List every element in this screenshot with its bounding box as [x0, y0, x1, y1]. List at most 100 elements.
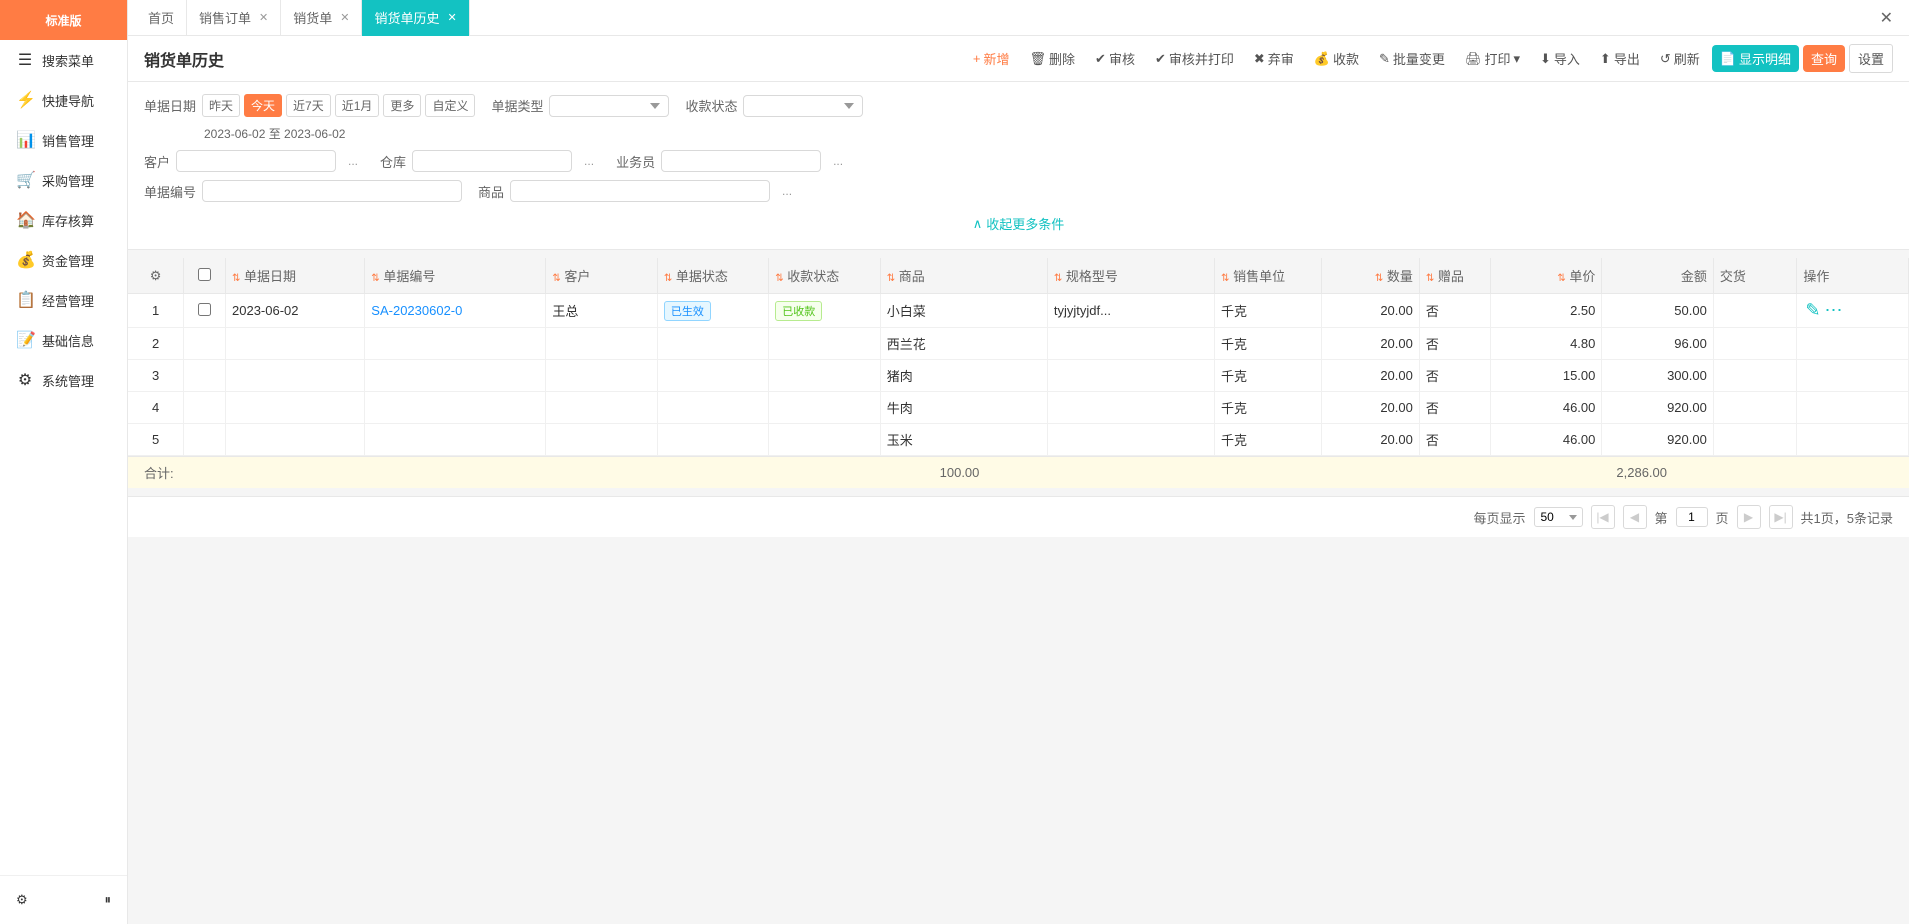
- main-content: 首页 销售订单 ✕ 销货单 ✕ 销货单历史 ✕ ✕ 销货单历史 + 新增: [128, 0, 1909, 924]
- row-price: 2.50: [1490, 294, 1601, 328]
- col-unit-label: 销售单位: [1233, 269, 1285, 284]
- show-detail-button[interactable]: 📄 显示明细: [1712, 45, 1799, 72]
- date-btn-today[interactable]: 今天: [244, 94, 282, 117]
- tab-sales-goods[interactable]: 销货单 ✕: [281, 0, 362, 36]
- select-all-checkbox[interactable]: [198, 268, 211, 281]
- first-page-btn[interactable]: |◀: [1591, 505, 1615, 529]
- table-settings-icon[interactable]: ⚙: [150, 268, 162, 283]
- row-pay-status: [769, 392, 880, 424]
- total-pages-label: 页: [1716, 508, 1729, 527]
- doc-type-label: 单据类型: [491, 96, 543, 115]
- col-header-unit[interactable]: ⇅ 销售单位: [1215, 258, 1322, 294]
- row-amount: 50.00: [1602, 294, 1713, 328]
- table-row: 3 猪肉 千克 20.00 否 15.00 300.00: [128, 360, 1909, 392]
- gift-sort-icon: ⇅: [1426, 273, 1434, 284]
- row-checkbox[interactable]: [198, 303, 211, 316]
- collect-button[interactable]: 💰 收款: [1306, 45, 1367, 72]
- goods-input[interactable]: [510, 180, 770, 202]
- row-seq: 3: [128, 360, 184, 392]
- col-header-status[interactable]: ⇅ 单据状态: [657, 258, 768, 294]
- tab-sales-order[interactable]: 销售订单 ✕: [187, 0, 281, 36]
- row-status: [657, 328, 768, 360]
- collapse-btn[interactable]: ∧ 收起更多条件: [144, 210, 1893, 237]
- batch-change-button[interactable]: ✎ 批量变更: [1371, 45, 1453, 72]
- col-header-goods[interactable]: ⇅ 商品: [880, 258, 1047, 294]
- tab-sales-history-close[interactable]: ✕: [448, 11, 457, 24]
- date-btn-yesterday[interactable]: 昨天: [202, 94, 240, 117]
- col-header-spec[interactable]: ⇅ 规格型号: [1047, 258, 1214, 294]
- approve-button[interactable]: ✔ 审核: [1087, 45, 1143, 72]
- pay-status-select[interactable]: [743, 95, 863, 117]
- per-page-select[interactable]: 50 10 20 100: [1534, 507, 1583, 527]
- filter-row-2: 客户 ... 仓库 ... 业务员 ...: [144, 150, 1893, 172]
- import-button[interactable]: ⬇ 导入: [1532, 45, 1588, 72]
- warehouse-ellipsis[interactable]: ...: [578, 152, 600, 170]
- delete-button[interactable]: 🗑 删除: [1022, 45, 1084, 72]
- row-status: [657, 392, 768, 424]
- sidebar-item-ops-mgmt[interactable]: 📋 经营管理: [0, 280, 127, 320]
- query-button[interactable]: 查询: [1803, 45, 1845, 72]
- sidebar-item-quick-nav[interactable]: ⚡ 快捷导航: [0, 80, 127, 120]
- col-goods-label: 商品: [899, 269, 925, 284]
- tab-sales-goods-close[interactable]: ✕: [340, 11, 349, 24]
- row-action: [1797, 360, 1909, 392]
- page-input[interactable]: [1676, 507, 1708, 527]
- col-header-customer[interactable]: ⇅ 客户: [546, 258, 657, 294]
- doc-type-select[interactable]: [549, 95, 669, 117]
- row-checkbox-cell: [184, 294, 226, 328]
- warehouse-input[interactable]: [412, 150, 572, 172]
- row-pay-status: 已收款: [769, 294, 880, 328]
- row-sn: [365, 424, 546, 456]
- more-action-btn[interactable]: ⋯: [1825, 300, 1843, 320]
- new-button[interactable]: + 新增: [965, 45, 1018, 72]
- salesperson-ellipsis[interactable]: ...: [827, 152, 849, 170]
- col-header-date[interactable]: ⇅ 单据日期: [226, 258, 365, 294]
- sidebar-item-sys-mgmt[interactable]: ⚙ 系统管理: [0, 360, 127, 400]
- sidebar-bottom-settings[interactable]: ⚙ ⏸: [0, 884, 127, 916]
- sidebar-item-sales-mgmt[interactable]: 📊 销售管理: [0, 120, 127, 160]
- col-header-pay-status[interactable]: ⇅ 收款状态: [769, 258, 880, 294]
- date-btn-7days[interactable]: 近7天: [286, 94, 331, 117]
- abandon-button[interactable]: ✖ 弃审: [1246, 45, 1302, 72]
- col-header-qty[interactable]: ⇅ 数量: [1322, 258, 1420, 294]
- salesperson-input[interactable]: [661, 150, 821, 172]
- col-spec-label: 规格型号: [1066, 269, 1118, 284]
- refresh-button[interactable]: ↺ 刷新: [1652, 45, 1708, 72]
- last-page-btn[interactable]: ▶|: [1769, 505, 1793, 529]
- date-btn-more[interactable]: 更多: [383, 94, 421, 117]
- sidebar-item-finance-mgmt[interactable]: 💰 资金管理: [0, 240, 127, 280]
- sidebar-item-purchase-mgmt[interactable]: 🛒 采购管理: [0, 160, 127, 200]
- customer-input[interactable]: [176, 150, 336, 172]
- edit-action-btn[interactable]: ✎: [1805, 300, 1820, 320]
- tab-bar-close-all[interactable]: ✕: [1872, 8, 1901, 28]
- col-action-label: 操作: [1803, 269, 1829, 284]
- export-button[interactable]: ⬆ 导出: [1592, 45, 1648, 72]
- sn-link[interactable]: SA-20230602-0: [371, 303, 462, 318]
- row-unit: 千克: [1215, 360, 1322, 392]
- col-date-label: 单据日期: [244, 269, 296, 284]
- sidebar-item-search-menu[interactable]: ☰ 搜索菜单: [0, 40, 127, 80]
- sidebar-item-basic-info[interactable]: 📝 基础信息: [0, 320, 127, 360]
- row-price: 46.00: [1490, 392, 1601, 424]
- row-qty: 20.00: [1322, 328, 1420, 360]
- print-button[interactable]: 🖨 打印 ▾: [1457, 45, 1528, 72]
- sidebar-item-stock-calc[interactable]: 🏠 库存核算: [0, 200, 127, 240]
- collapse-chevron-icon: ∧: [973, 216, 983, 232]
- approve-print-button[interactable]: ✔ 审核并打印: [1147, 45, 1242, 72]
- customer-ellipsis[interactable]: ...: [342, 152, 364, 170]
- goods-ellipsis[interactable]: ...: [776, 182, 798, 200]
- col-header-gift[interactable]: ⇅ 赠品: [1419, 258, 1490, 294]
- doc-no-input[interactable]: [202, 180, 462, 202]
- settings-button[interactable]: 设置: [1849, 44, 1893, 73]
- tab-sales-order-close[interactable]: ✕: [259, 11, 268, 24]
- goods-filter-field: 商品 ...: [478, 180, 798, 202]
- table-row: 4 牛肉 千克 20.00 否 46.00 920.00: [128, 392, 1909, 424]
- prev-page-btn[interactable]: ◀: [1623, 505, 1647, 529]
- date-btn-custom[interactable]: 自定义: [425, 94, 475, 117]
- col-header-sn[interactable]: ⇅ 单据编号: [365, 258, 546, 294]
- tab-sales-history[interactable]: 销货单历史 ✕: [362, 0, 469, 36]
- next-page-btn[interactable]: ▶: [1737, 505, 1761, 529]
- col-header-price[interactable]: ⇅ 单价: [1490, 258, 1601, 294]
- tab-home[interactable]: 首页: [136, 0, 187, 36]
- date-btn-1month[interactable]: 近1月: [335, 94, 380, 117]
